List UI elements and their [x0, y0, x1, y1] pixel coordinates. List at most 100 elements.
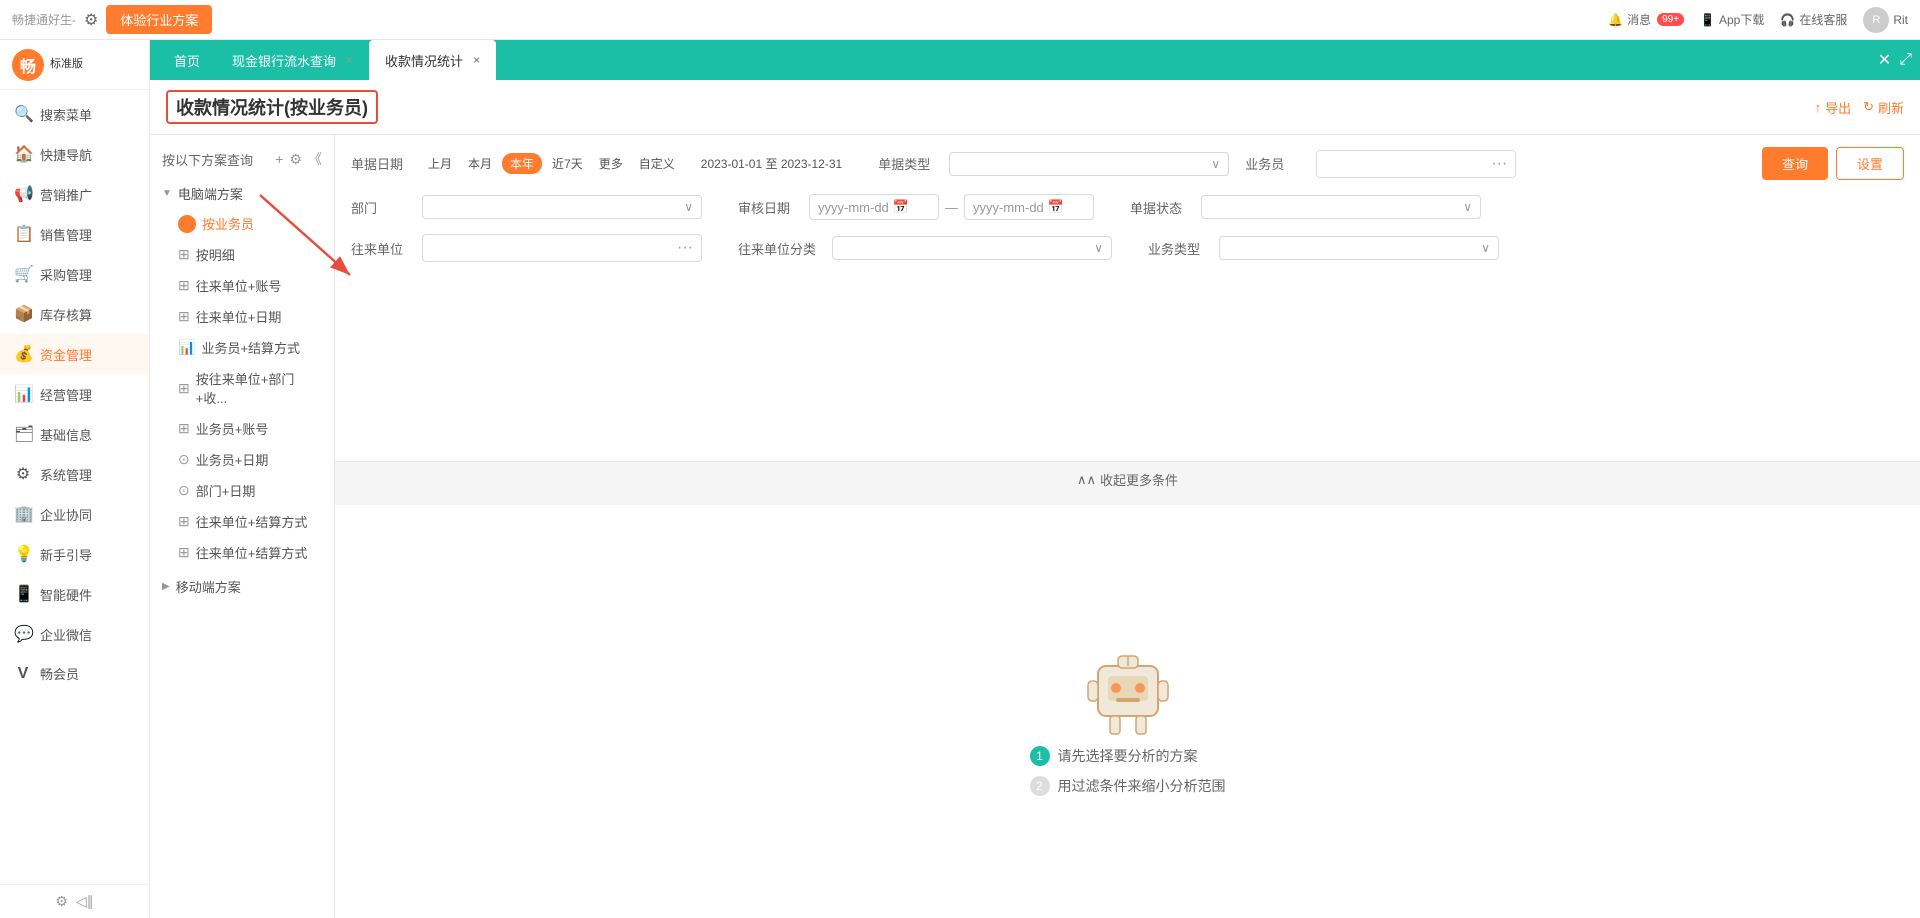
- tab-home[interactable]: 首页: [158, 40, 216, 80]
- sidebar-item-basic[interactable]: 🗂 基础信息: [0, 414, 149, 454]
- scheme-list-desktop: ● 按业务员 ⊞ 按明细 ⊞ 往来单位+账号: [150, 208, 334, 568]
- sidebar-item-quick-nav[interactable]: 🏠 快捷导航: [0, 134, 149, 174]
- date-buttons: 上月 本月 本年 近7天 更多 自定义: [422, 153, 681, 174]
- partner-select[interactable]: ···: [422, 234, 702, 262]
- date-btn-this-year[interactable]: 本年: [502, 153, 542, 174]
- inventory-icon: 📦: [14, 304, 32, 324]
- partner-type-select[interactable]: ∨: [832, 236, 1112, 260]
- sidebar-item-purchase[interactable]: 🛒 采购管理: [0, 254, 149, 294]
- settings-icon[interactable]: ⚙: [84, 10, 98, 30]
- tab-home-label: 首页: [174, 51, 200, 70]
- calendar-end-icon: 📅: [1048, 199, 1064, 215]
- purchase-icon: 🛒: [14, 264, 32, 284]
- action-buttons: 查询 设置: [1762, 147, 1904, 180]
- biz-type-select[interactable]: ∨: [1219, 236, 1499, 260]
- partner-dept-icon: ⊞: [178, 380, 190, 397]
- refresh-button[interactable]: ↻ 刷新: [1863, 98, 1904, 117]
- tab-bank-flow-close[interactable]: ×: [346, 53, 353, 67]
- partner-more-icon: ···: [677, 239, 693, 257]
- date-btn-last-month[interactable]: 上月: [422, 153, 458, 174]
- dept-chevron-icon: ∨: [684, 200, 693, 214]
- scheme-item-sales-account[interactable]: ⊞ 业务员+账号: [150, 413, 334, 444]
- scheme-section-desktop-label: 电脑端方案: [178, 184, 243, 203]
- scheme-section-mobile: ▶ 移动端方案: [150, 572, 334, 601]
- scheme-item-label: 部门+日期: [196, 481, 256, 500]
- dept-select[interactable]: ∨: [422, 195, 702, 219]
- online-service-button[interactable]: 🎧 在线客服: [1780, 11, 1847, 28]
- export-label: 导出: [1825, 98, 1851, 117]
- query-button[interactable]: 查询: [1762, 147, 1828, 180]
- date-btn-custom[interactable]: 自定义: [633, 153, 681, 174]
- settings-bottom-icon[interactable]: ⚙: [55, 893, 68, 910]
- scheme-item-label: 业务员+日期: [196, 450, 269, 469]
- top-bar-left: 畅捷通好生- ⚙ 体验行业方案: [12, 5, 212, 34]
- messages-badge: 99+: [1657, 13, 1684, 26]
- step-num-1: 1: [1030, 746, 1050, 766]
- voucher-status-select[interactable]: ∨: [1201, 195, 1481, 219]
- scheme-item-by-salesperson[interactable]: ● 按业务员: [150, 208, 334, 239]
- scheme-item-partner-account[interactable]: ⊞ 往来单位+账号: [150, 270, 334, 301]
- sidebar-item-enterprise[interactable]: 🏢 企业协同: [0, 494, 149, 534]
- sidebar-item-member[interactable]: V 畅会员: [0, 654, 149, 693]
- sidebar-label-basic: 基础信息: [40, 425, 92, 444]
- scheme-item-sales-settlement[interactable]: 📊 业务员+结算方式: [150, 332, 334, 363]
- guide-icon: 💡: [14, 544, 32, 564]
- scheme-settings-button[interactable]: ⚙: [289, 151, 302, 168]
- empty-illustration: [1068, 626, 1188, 746]
- sidebar-item-finance[interactable]: 💰 资金管理: [0, 334, 149, 374]
- tab-receipt-stats[interactable]: 收款情况统计 ×: [369, 40, 496, 80]
- scheme-item-partner-dept[interactable]: ⊞ 按往来单位+部门+收...: [150, 363, 334, 413]
- voucher-type-label: 单据类型: [878, 154, 933, 173]
- filter-row-1: 单据日期 上月 本月 本年 近7天 更多 自定义 2023-01-01 至 20…: [351, 147, 1904, 180]
- sidebar-item-wechat[interactable]: 💬 企业微信: [0, 614, 149, 654]
- scheme-item-sales-date[interactable]: ⊙ 业务员+日期: [150, 444, 334, 475]
- hardware-icon: 📱: [14, 584, 32, 604]
- sidebar-item-sales[interactable]: 📋 销售管理: [0, 214, 149, 254]
- sidebar-item-marketing[interactable]: 📢 营销推广: [0, 174, 149, 214]
- review-date-start-input[interactable]: yyyy-mm-dd 📅: [809, 194, 939, 220]
- partner-account-icon: ⊞: [178, 277, 190, 294]
- sidebar-item-business[interactable]: 📊 经营管理: [0, 374, 149, 414]
- trial-button[interactable]: 体验行业方案: [106, 5, 212, 34]
- scheme-item-partner-settle1[interactable]: ⊞ 往来单位+结算方式: [150, 506, 334, 537]
- scheme-item-partner-settle2[interactable]: ⊞ 往来单位+结算方式: [150, 537, 334, 568]
- messages-button[interactable]: 🔔 消息 99+: [1608, 11, 1684, 28]
- date-btn-7days[interactable]: 近7天: [546, 153, 589, 174]
- sidebar-item-inventory[interactable]: 📦 库存核算: [0, 294, 149, 334]
- export-button[interactable]: ↑ 导出: [1815, 98, 1852, 117]
- date-btn-this-month[interactable]: 本月: [462, 153, 498, 174]
- user-area[interactable]: R Rit: [1863, 7, 1908, 33]
- filter-row-3: 往来单位 ··· 往来单位分类 ∨ 业务类型: [351, 234, 1904, 262]
- empty-state: 1 请先选择要分析的方案 2 用过滤条件来缩小分析范围: [335, 505, 1920, 918]
- review-date-end-input[interactable]: yyyy-mm-dd 📅: [964, 194, 1094, 220]
- scheme-add-button[interactable]: +: [275, 151, 283, 167]
- scheme-item-dept-date[interactable]: ⊙ 部门+日期: [150, 475, 334, 506]
- dept-date-icon: ⊙: [178, 482, 190, 499]
- scheme-item-partner-date[interactable]: ⊞ 往来单位+日期: [150, 301, 334, 332]
- partner-settle2-icon: ⊞: [178, 544, 190, 561]
- collapse-sidebar-icon[interactable]: ◁∥: [76, 893, 94, 910]
- app-download-button[interactable]: 📱 App下载: [1700, 11, 1764, 28]
- sidebar-item-guide[interactable]: 💡 新手引导: [0, 534, 149, 574]
- sidebar-label-quick-nav: 快捷导航: [40, 145, 92, 164]
- top-bar-right: 🔔 消息 99+ 📱 App下载 🎧 在线客服 R Rit: [1608, 7, 1908, 33]
- tab-expand-icon[interactable]: ⤢: [1899, 51, 1912, 69]
- sidebar-item-search[interactable]: 🔍 搜索菜单: [0, 94, 149, 134]
- filter-settings-button[interactable]: 设置: [1836, 147, 1904, 180]
- avatar: R: [1863, 7, 1889, 33]
- voucher-type-select[interactable]: ∨: [949, 152, 1229, 176]
- scheme-item-label: 业务员+结算方式: [201, 338, 300, 357]
- scheme-section-desktop-title[interactable]: ▼ 电脑端方案: [150, 179, 334, 208]
- salesperson-select[interactable]: ···: [1316, 150, 1516, 178]
- sidebar-item-hardware[interactable]: 📱 智能硬件: [0, 574, 149, 614]
- tab-bank-flow[interactable]: 现金银行流水查询 ×: [216, 40, 369, 80]
- scheme-section-mobile-title[interactable]: ▶ 移动端方案: [150, 572, 334, 601]
- collapse-bar[interactable]: ∧∧ 收起更多条件: [335, 461, 1920, 497]
- scheme-collapse-button[interactable]: 《: [308, 149, 322, 169]
- right-panel: 单据日期 上月 本月 本年 近7天 更多 自定义 2023-01-01 至 20…: [335, 135, 1920, 918]
- date-btn-more[interactable]: 更多: [593, 153, 629, 174]
- sidebar-item-system[interactable]: ⚙ 系统管理: [0, 454, 149, 494]
- scheme-item-by-detail[interactable]: ⊞ 按明细: [150, 239, 334, 270]
- tab-receipt-stats-close[interactable]: ×: [473, 53, 480, 67]
- tab-close-all-icon[interactable]: ✕: [1878, 50, 1891, 70]
